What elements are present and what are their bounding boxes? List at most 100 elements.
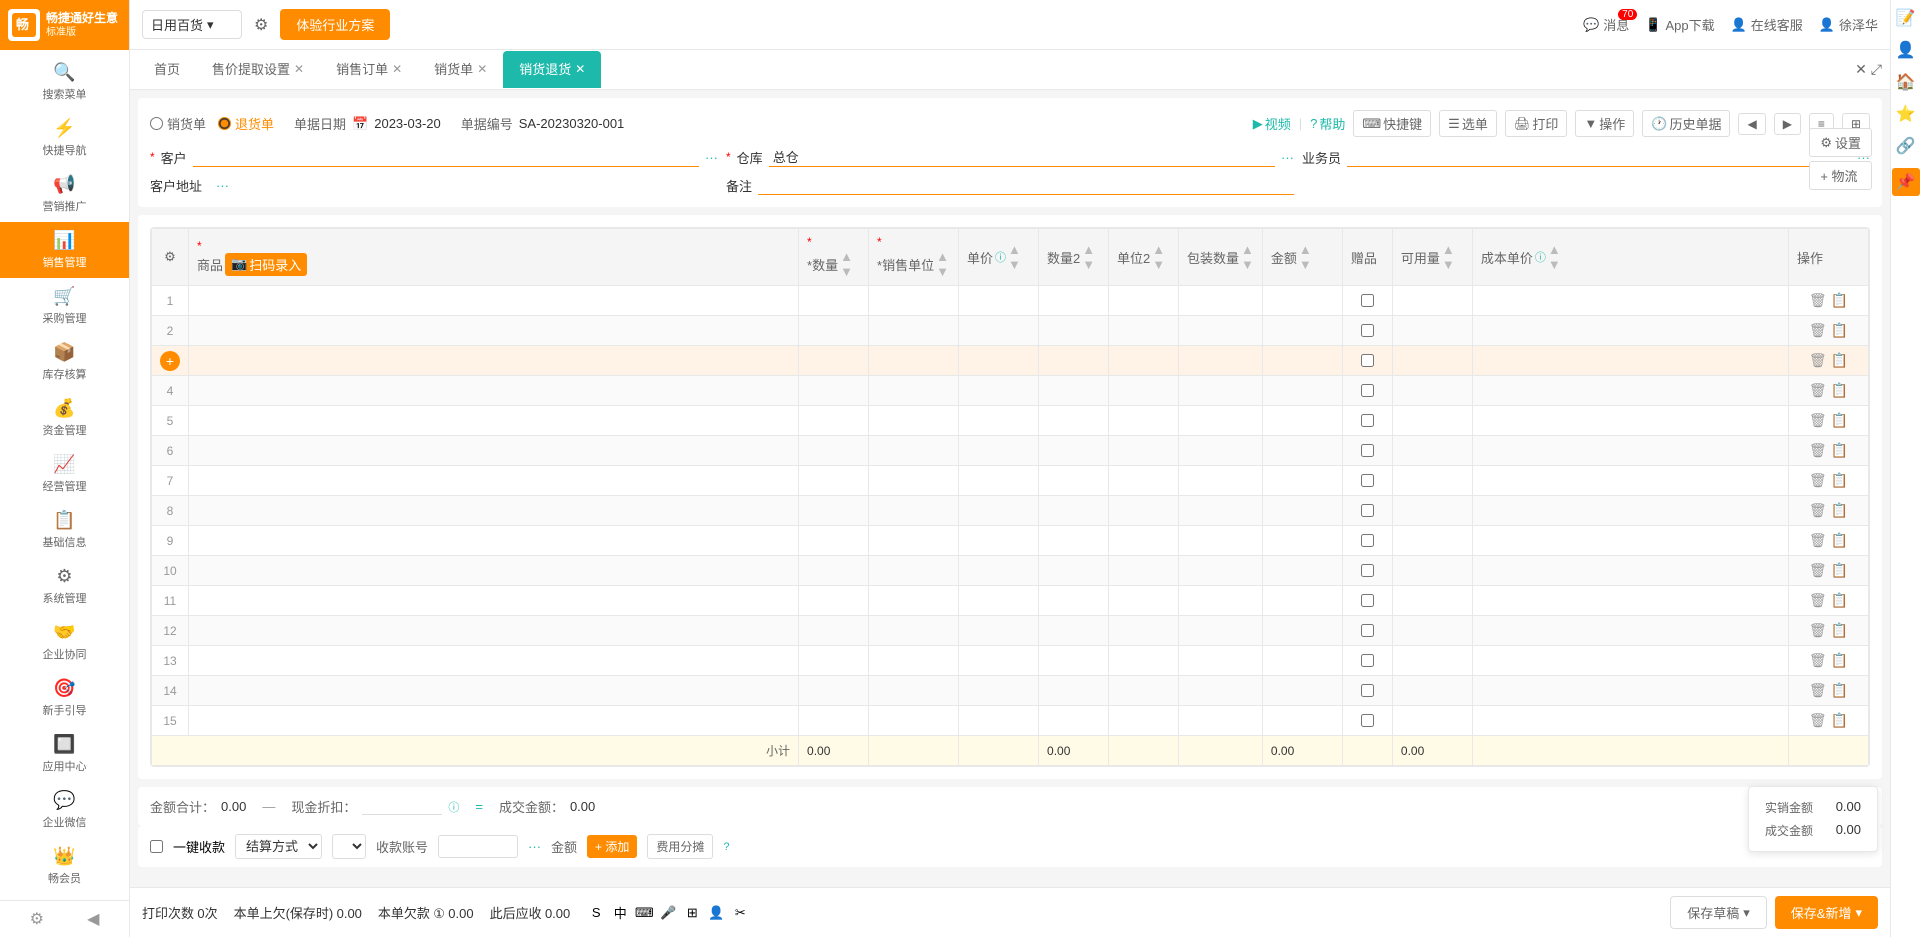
amount-sort-icon[interactable]: ▲▼ — [1299, 242, 1312, 272]
qty-cell-12[interactable] — [799, 616, 869, 646]
delete-icon-12[interactable]: 🗑 — [1809, 622, 1827, 639]
cost-price-cell-3[interactable] — [1472, 346, 1788, 376]
online-service-btn[interactable]: 👤 在线客服 — [1731, 15, 1803, 34]
warehouse-select-dots[interactable]: ··· — [1281, 150, 1294, 165]
packqty-cell-9[interactable] — [1179, 526, 1263, 556]
unit-cell-8[interactable] — [869, 496, 959, 526]
fee-split-btn[interactable]: 费用分摊 — [647, 834, 713, 859]
packqty-cell-3[interactable] — [1179, 346, 1263, 376]
unit-cell-7[interactable] — [869, 466, 959, 496]
available-cell-10[interactable] — [1392, 556, 1472, 586]
copy-icon-11[interactable]: 📋 — [1831, 592, 1848, 609]
gift-checkbox-12[interactable] — [1361, 624, 1374, 637]
unit-cell-12[interactable] — [869, 616, 959, 646]
sidebar-item-0[interactable]: 🔍搜索菜单 — [0, 54, 129, 110]
packqty-cell-12[interactable] — [1179, 616, 1263, 646]
packqty-sort-icon[interactable]: ▲▼ — [1241, 242, 1254, 272]
qty-cell-3[interactable] — [799, 346, 869, 376]
delete-icon-9[interactable]: 🗑 — [1809, 532, 1827, 549]
shortcut-btn[interactable]: ⌨ 快捷键 — [1353, 110, 1431, 137]
account-select-dots[interactable]: ··· — [528, 839, 541, 854]
tool4-icon[interactable]: ⊞ — [682, 903, 702, 923]
save-draft-btn[interactable]: 保存草稿 ▾ — [1670, 896, 1767, 929]
gift-cell-4[interactable] — [1342, 376, 1392, 406]
packqty-cell-10[interactable] — [1179, 556, 1263, 586]
qty-sort-icon[interactable]: ▲▼ — [840, 249, 853, 279]
price-cell-15[interactable] — [959, 706, 1039, 736]
fee-help-icon[interactable]: ? — [723, 841, 729, 853]
qty-cell-7[interactable] — [799, 466, 869, 496]
product-cell-14[interactable] — [189, 676, 799, 706]
unit-cell-5[interactable] — [869, 406, 959, 436]
product-cell-2[interactable] — [189, 316, 799, 346]
copy-icon-10[interactable]: 📋 — [1831, 562, 1848, 579]
tab-2[interactable]: 销售订单✕ — [320, 51, 418, 88]
packqty-cell-2[interactable] — [1179, 316, 1263, 346]
unit-cell-1[interactable] — [869, 286, 959, 316]
remark-input[interactable] — [758, 175, 1294, 195]
product-cell-15[interactable] — [189, 706, 799, 736]
unit2-cell-2[interactable] — [1109, 316, 1179, 346]
prev-btn[interactable]: ◀ — [1738, 113, 1765, 135]
packqty-cell-7[interactable] — [1179, 466, 1263, 496]
gift-cell-10[interactable] — [1342, 556, 1392, 586]
unit-cell-13[interactable] — [869, 646, 959, 676]
calendar-icon[interactable]: 📅 — [352, 116, 368, 132]
qty-cell-5[interactable] — [799, 406, 869, 436]
packqty-cell-11[interactable] — [1179, 586, 1263, 616]
price-info-icon[interactable]: ⓘ — [995, 249, 1006, 265]
gift-cell-14[interactable] — [1342, 676, 1392, 706]
unit-cell-2[interactable] — [869, 316, 959, 346]
cost-price-cell-4[interactable] — [1472, 376, 1788, 406]
qty2-cell-11[interactable] — [1039, 586, 1109, 616]
amount-cell-1[interactable] — [1262, 286, 1342, 316]
experience-btn[interactable]: 体验行业方案 — [280, 9, 390, 40]
account-method-select[interactable]: 结算方式 — [235, 834, 322, 859]
qty2-cell-2[interactable] — [1039, 316, 1109, 346]
product-cell-12[interactable] — [189, 616, 799, 646]
right-sidebar-user-icon[interactable]: 👤 — [1896, 40, 1916, 60]
unit2-sort-icon[interactable]: ▲▼ — [1152, 242, 1165, 272]
copy-icon-4[interactable]: 📋 — [1831, 382, 1848, 399]
cost-price-cell-2[interactable] — [1472, 316, 1788, 346]
app-download-btn[interactable]: 📱 App下载 — [1645, 15, 1714, 34]
cost-price-cell-8[interactable] — [1472, 496, 1788, 526]
qty2-cell-7[interactable] — [1039, 466, 1109, 496]
amount-cell-15[interactable] — [1262, 706, 1342, 736]
tool3-icon[interactable]: 🎤 — [658, 903, 678, 923]
amount-cell-11[interactable] — [1262, 586, 1342, 616]
gift-cell-15[interactable] — [1342, 706, 1392, 736]
unit2-cell-13[interactable] — [1109, 646, 1179, 676]
available-cell-3[interactable] — [1392, 346, 1472, 376]
amount-cell-10[interactable] — [1262, 556, 1342, 586]
product-cell-13[interactable] — [189, 646, 799, 676]
gift-checkbox-3[interactable] — [1361, 354, 1374, 367]
packqty-cell-5[interactable] — [1179, 406, 1263, 436]
cash-discount-info-icon[interactable]: ⓘ — [448, 799, 459, 815]
qty-cell-14[interactable] — [799, 676, 869, 706]
qty-cell-8[interactable] — [799, 496, 869, 526]
available-cell-11[interactable] — [1392, 586, 1472, 616]
one-click-checkbox[interactable] — [150, 840, 163, 853]
price-sort-icon[interactable]: ▲▼ — [1008, 242, 1021, 272]
qty-cell-4[interactable] — [799, 376, 869, 406]
gift-checkbox-5[interactable] — [1361, 414, 1374, 427]
packqty-cell-8[interactable] — [1179, 496, 1263, 526]
qty-cell-9[interactable] — [799, 526, 869, 556]
gift-checkbox-7[interactable] — [1361, 474, 1374, 487]
gift-checkbox-8[interactable] — [1361, 504, 1374, 517]
available-cell-15[interactable] — [1392, 706, 1472, 736]
qty-cell-10[interactable] — [799, 556, 869, 586]
gift-cell-3[interactable] — [1342, 346, 1392, 376]
gift-cell-5[interactable] — [1342, 406, 1392, 436]
tab-close-2[interactable]: ✕ — [392, 62, 402, 76]
right-sidebar-pin-icon[interactable]: 📌 — [1892, 168, 1920, 196]
gift-cell-1[interactable] — [1342, 286, 1392, 316]
user-info[interactable]: 👤 徐泽华 — [1819, 15, 1878, 34]
qty-cell-11[interactable] — [799, 586, 869, 616]
product-cell-3[interactable] — [189, 346, 799, 376]
qty2-cell-5[interactable] — [1039, 406, 1109, 436]
gift-cell-11[interactable] — [1342, 586, 1392, 616]
copy-icon-8[interactable]: 📋 — [1831, 502, 1848, 519]
tool5-icon[interactable]: 👤 — [706, 903, 726, 923]
